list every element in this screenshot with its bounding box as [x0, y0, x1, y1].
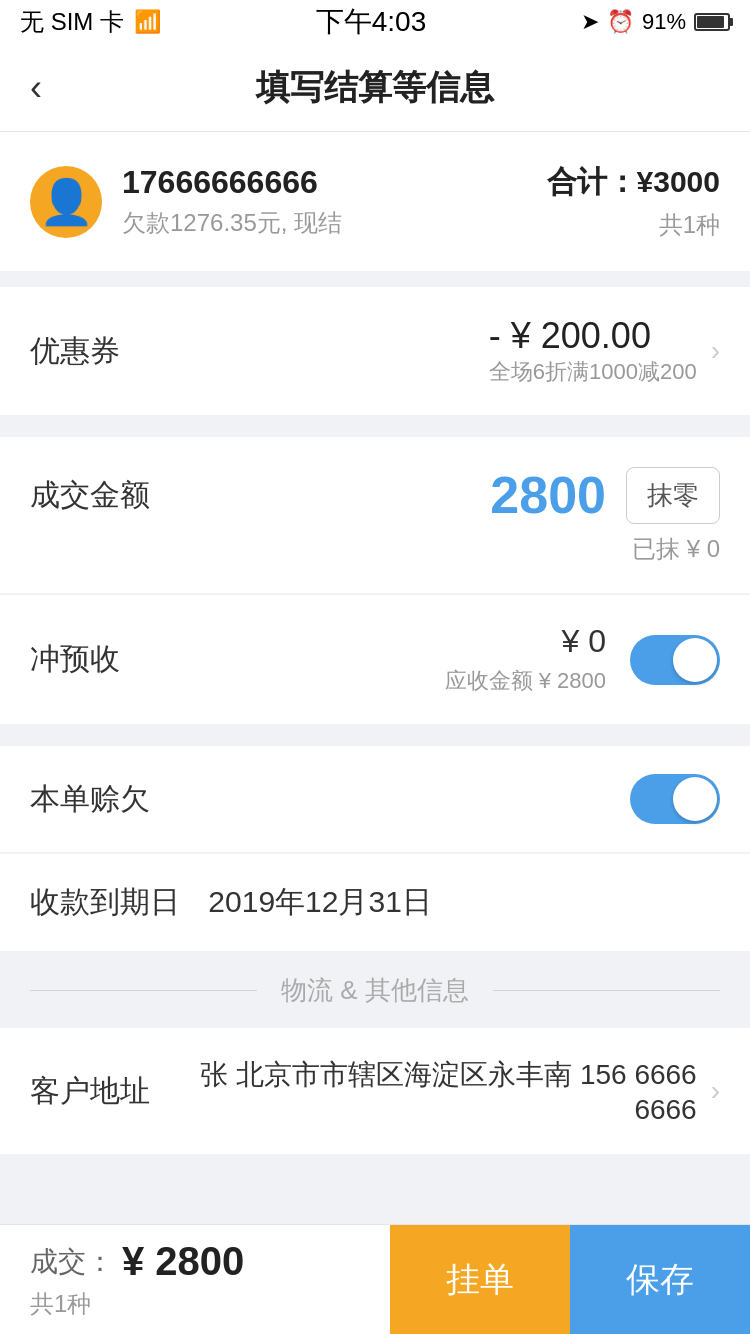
carrier-text: 无 SIM 卡 [20, 6, 124, 38]
prereceive-section: 冲预收 ¥ 0 应收金额 ¥ 2800 [0, 595, 750, 724]
due-date-value: 2019年12月31日 [208, 885, 431, 918]
address-label: 客户地址 [30, 1071, 150, 1112]
prereceive-label: 冲预收 [30, 639, 120, 680]
avatar: 👤 [30, 166, 102, 238]
save-button[interactable]: 保存 [570, 1225, 750, 1335]
content: 👤 17666666666 欠款1276.35元, 现结 合计：¥3000 共1… [0, 132, 750, 1334]
due-date-label: 收款到期日 2019年12月31日 [30, 885, 432, 918]
avatar-icon: 👤 [39, 176, 94, 228]
due-date-label-text: 收款到期日 [30, 885, 180, 918]
bottom-bar: 成交： ¥ 2800 共1种 挂单 保存 [0, 1224, 750, 1334]
section-divider-2 [0, 726, 750, 746]
status-bar: 无 SIM 卡 📶 下午4:03 ➤ ⏰ 91% [0, 0, 750, 44]
bottom-deal-label: 成交： [30, 1243, 114, 1281]
battery-indicator [694, 13, 730, 31]
logistics-text: 物流 & 其他信息 [281, 973, 469, 1008]
bottom-summary: 成交： ¥ 2800 共1种 [0, 1239, 390, 1320]
total-count: 共1种 [547, 209, 720, 241]
battery-percent: 91% [642, 9, 686, 35]
deal-section: 成交金额 2800 抹零 已抹 ¥ 0 [0, 437, 750, 593]
deal-sub: 已抹 ¥ 0 [30, 533, 720, 565]
prereceive-amount: ¥ 0 [445, 623, 606, 660]
debt-section: 本单赊欠 [0, 746, 750, 852]
coupon-label: 优惠券 [30, 331, 120, 372]
total-amount: 合计：¥3000 [547, 162, 720, 203]
status-right: ➤ ⏰ 91% [581, 9, 730, 35]
pending-button[interactable]: 挂单 [390, 1225, 570, 1335]
customer-debt: 欠款1276.35元, 现结 [122, 207, 342, 239]
customer-phone: 17666666666 [122, 164, 342, 201]
deal-amount: 2800 [490, 465, 606, 525]
coupon-arrow-icon: › [711, 335, 720, 367]
coupon-desc: 全场6折满1000减200 [489, 357, 697, 387]
debt-toggle[interactable] [630, 774, 720, 824]
customer-total: 合计：¥3000 共1种 [547, 162, 720, 241]
status-left: 无 SIM 卡 📶 [20, 6, 161, 38]
status-time: 下午4:03 [316, 3, 427, 41]
wifi-icon: 📶 [134, 9, 161, 35]
section-divider-1 [0, 417, 750, 437]
logistics-divider: 物流 & 其他信息 [0, 953, 750, 1028]
page-title: 填写结算等信息 [256, 65, 494, 111]
coupon-row[interactable]: 优惠券 - ¥ 200.00 全场6折满1000减200 › [0, 287, 750, 415]
address-arrow-icon: › [711, 1075, 720, 1107]
customer-card: 👤 17666666666 欠款1276.35元, 现结 合计：¥3000 共1… [0, 132, 750, 271]
address-section[interactable]: 客户地址 张 北京市市辖区海淀区永丰南 156 6666 6666 › [0, 1028, 750, 1154]
location-icon: ➤ [581, 9, 599, 35]
due-date-section: 收款到期日 2019年12月31日 [0, 854, 750, 951]
address-text: 张 北京市市辖区海淀区永丰南 156 6666 6666 [150, 1056, 697, 1126]
coupon-amount: - ¥ 200.00 [489, 315, 697, 357]
prereceive-toggle[interactable] [630, 635, 720, 685]
round-button[interactable]: 抹零 [626, 467, 720, 524]
bottom-count: 共1种 [30, 1288, 360, 1320]
debt-label: 本单赊欠 [30, 779, 150, 820]
bottom-deal-amount: ¥ 2800 [122, 1239, 244, 1284]
deal-label: 成交金额 [30, 475, 150, 516]
alarm-icon: ⏰ [607, 9, 634, 35]
nav-bar: ‹ 填写结算等信息 [0, 44, 750, 132]
back-button[interactable]: ‹ [30, 67, 42, 109]
prereceive-sub: 应收金额 ¥ 2800 [445, 666, 606, 696]
